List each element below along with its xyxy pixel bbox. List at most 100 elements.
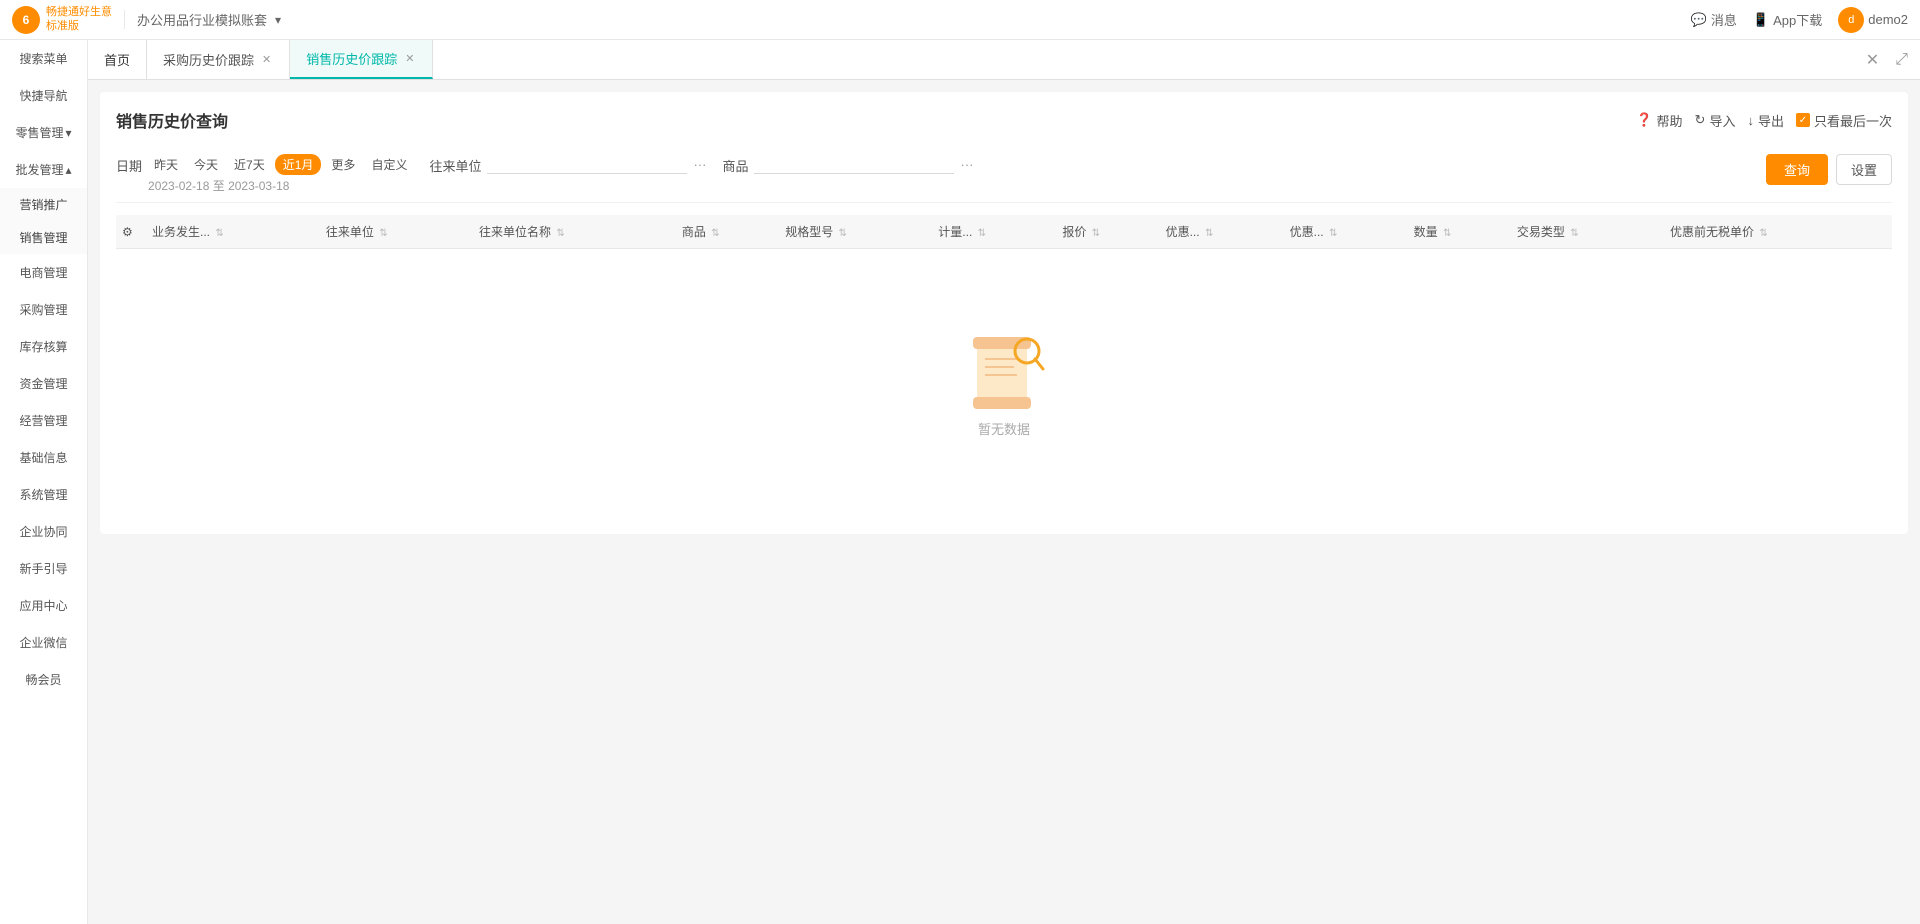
app-download-button[interactable]: 📱 App下载 — [1753, 10, 1822, 29]
sidebar-item-sales-mgmt[interactable]: 销售管理 — [0, 221, 87, 254]
empty-illustration — [959, 329, 1049, 419]
th-discount1[interactable]: 优惠... ⇅ — [1160, 215, 1284, 249]
sidebar-item-basic-info[interactable]: 基础信息 — [0, 439, 87, 476]
only-last-once-toggle[interactable]: ✓ 只看最后一次 — [1796, 111, 1892, 130]
close-window-button[interactable]: ✕ — [1862, 48, 1883, 72]
filter-actions: 查询 设置 — [1766, 154, 1892, 185]
th-unit[interactable]: 计量... ⇅ — [932, 215, 1056, 249]
logo-icon: 6 — [12, 6, 40, 34]
chevron-up-icon: ▴ — [65, 163, 71, 177]
date-btn-yesterday[interactable]: 昨天 — [148, 154, 184, 175]
query-button[interactable]: 查询 — [1766, 154, 1828, 185]
topbar-dropdown[interactable]: ▾ — [275, 13, 281, 27]
sort-icon-unit: ⇅ — [978, 228, 986, 239]
sidebar-item-newbie[interactable]: 新手引导 — [0, 550, 87, 587]
th-counterpart-name[interactable]: 往来单位名称 ⇅ — [473, 215, 676, 249]
goods-input-group: ··· — [754, 154, 973, 174]
sidebar-item-operations[interactable]: 经营管理 — [0, 402, 87, 439]
logo-area: 6 畅捷通好生意 标准版 — [12, 6, 112, 34]
date-btn-7days[interactable]: 近7天 — [228, 154, 271, 175]
page-title-bar: 销售历史价查询 ❓ 帮助 ↻ 导入 ↓ 导出 — [116, 108, 1892, 132]
sort-icon-counterpart-name: ⇅ — [556, 228, 564, 239]
sidebar-item-wholesale[interactable]: 批发管理 ▴ — [0, 151, 87, 188]
goods-search-icon[interactable]: ··· — [960, 157, 973, 172]
th-settings[interactable]: ⚙ — [116, 215, 146, 249]
maximize-button[interactable]: ⤢ — [1891, 49, 1912, 71]
date-btn-1month[interactable]: 近1月 — [275, 154, 322, 175]
sort-icon-counterpart-code: ⇅ — [379, 228, 387, 239]
sort-icon-trade-type: ⇅ — [1570, 228, 1578, 239]
th-goods[interactable]: 商品 ⇅ — [676, 215, 779, 249]
help-icon: ❓ — [1636, 112, 1652, 128]
help-button[interactable]: ❓ 帮助 — [1636, 111, 1682, 130]
export-icon: ↓ — [1747, 113, 1754, 128]
table-wrapper: ⚙ 业务发生... ⇅ 往来单位 ⇅ 往来单位名称 ⇅ 商品 ⇅ 规格型号 ⇅ … — [116, 215, 1892, 249]
sidebar-item-purchase-mgmt[interactable]: 采购管理 — [0, 291, 87, 328]
table-header-row: ⚙ 业务发生... ⇅ 往来单位 ⇅ 往来单位名称 ⇅ 商品 ⇅ 规格型号 ⇅ … — [116, 215, 1892, 249]
sidebar-item-search-menu[interactable]: 搜索菜单 — [0, 40, 87, 77]
sidebar-item-vip[interactable]: 畅会员 — [0, 661, 87, 698]
empty-svg — [959, 329, 1049, 419]
th-quote[interactable]: 报价 ⇅ — [1056, 215, 1159, 249]
tab-purchase-close[interactable]: ✕ — [260, 53, 273, 66]
only-last-checkbox[interactable]: ✓ — [1796, 113, 1810, 127]
counterpart-input-group: ··· — [487, 154, 706, 174]
empty-state: 暂无数据 — [116, 249, 1892, 518]
page-title: 销售历史价查询 — [116, 108, 228, 132]
sidebar-item-enterprise[interactable]: 企业协同 — [0, 513, 87, 550]
th-spec[interactable]: 规格型号 ⇅ — [779, 215, 932, 249]
empty-text: 暂无数据 — [978, 419, 1030, 438]
sort-icon-discount2: ⇅ — [1329, 228, 1337, 239]
setting-button[interactable]: 设置 — [1836, 154, 1892, 185]
topbar-title: 办公用品行业模拟账套 — [124, 10, 267, 29]
th-counterpart-code[interactable]: 往来单位 ⇅ — [320, 215, 473, 249]
content-area: 首页 采购历史价跟踪 ✕ 销售历史价跟踪 ✕ ✕ ⤢ 销售历史价查询 — [88, 40, 1920, 924]
th-trade-type[interactable]: 交易类型 ⇅ — [1511, 215, 1664, 249]
sort-icon-quantity: ⇅ — [1443, 228, 1451, 239]
user-avatar-area[interactable]: d demo2 — [1838, 7, 1908, 33]
date-btn-today[interactable]: 今天 — [188, 154, 224, 175]
page-content: 销售历史价查询 ❓ 帮助 ↻ 导入 ↓ 导出 — [88, 80, 1920, 924]
sort-icon-pretax-price: ⇅ — [1759, 228, 1767, 239]
sort-icon-quote: ⇅ — [1092, 228, 1100, 239]
topbar: 6 畅捷通好生意 标准版 办公用品行业模拟账套 ▾ 💬 消息 📱 App下载 d… — [0, 0, 1920, 40]
tab-sales[interactable]: 销售历史价跟踪 ✕ — [290, 40, 433, 79]
th-pretax-price[interactable]: 优惠前无税单价 ⇅ — [1664, 215, 1892, 249]
counterpart-filter-group: 往来单位 ··· — [429, 154, 706, 175]
import-button[interactable]: ↻ 导入 — [1695, 111, 1736, 130]
sidebar-item-app-center[interactable]: 应用中心 — [0, 587, 87, 624]
sidebar-item-system[interactable]: 系统管理 — [0, 476, 87, 513]
tab-sales-close[interactable]: ✕ — [403, 52, 416, 65]
page-card: 销售历史价查询 ❓ 帮助 ↻ 导入 ↓ 导出 — [100, 92, 1908, 534]
topbar-left: 6 畅捷通好生意 标准版 办公用品行业模拟账套 ▾ — [12, 6, 281, 34]
date-filter-group: 日期 昨天 今天 近7天 近1月 更多 自定义 2023-02-18 至 202… — [116, 154, 413, 194]
tabbar-actions: ✕ ⤢ — [1862, 40, 1920, 79]
sidebar-item-finance[interactable]: 资金管理 — [0, 365, 87, 402]
tab-home-label: 首页 — [104, 50, 130, 69]
tab-purchase[interactable]: 采购历史价跟踪 ✕ — [147, 40, 290, 79]
date-btn-more[interactable]: 更多 — [325, 154, 361, 175]
th-quantity[interactable]: 数量 ⇅ — [1408, 215, 1511, 249]
goods-input[interactable] — [754, 154, 954, 174]
sidebar-item-wechat[interactable]: 企业微信 — [0, 624, 87, 661]
date-btn-custom[interactable]: 自定义 — [365, 154, 413, 175]
th-biz-date[interactable]: 业务发生... ⇅ — [146, 215, 320, 249]
sidebar-item-marketing[interactable]: 营销推广 — [0, 188, 87, 221]
sort-icon-biz-date: ⇅ — [215, 228, 223, 239]
export-button[interactable]: ↓ 导出 — [1747, 111, 1784, 130]
main-layout: 搜索菜单 快捷导航 零售管理 ▾ 批发管理 ▴ 营销推广 销售管理 电商管理 采… — [0, 40, 1920, 924]
sidebar-item-quick-nav[interactable]: 快捷导航 — [0, 77, 87, 114]
th-discount2[interactable]: 优惠... ⇅ — [1284, 215, 1408, 249]
sidebar-item-retail[interactable]: 零售管理 ▾ — [0, 114, 87, 151]
message-icon: 💬 — [1691, 12, 1707, 28]
sidebar-item-inventory[interactable]: 库存核算 — [0, 328, 87, 365]
tabbar: 首页 采购历史价跟踪 ✕ 销售历史价跟踪 ✕ ✕ ⤢ — [88, 40, 1920, 80]
sidebar-item-ecommerce[interactable]: 电商管理 — [0, 254, 87, 291]
counterpart-input[interactable] — [487, 154, 687, 174]
counterpart-search-icon[interactable]: ··· — [693, 157, 706, 172]
avatar: d — [1838, 7, 1864, 33]
tab-home[interactable]: 首页 — [88, 40, 147, 79]
message-button[interactable]: 💬 消息 — [1691, 10, 1737, 29]
data-table: ⚙ 业务发生... ⇅ 往来单位 ⇅ 往来单位名称 ⇅ 商品 ⇅ 规格型号 ⇅ … — [116, 215, 1892, 249]
phone-icon: 📱 — [1753, 12, 1769, 28]
